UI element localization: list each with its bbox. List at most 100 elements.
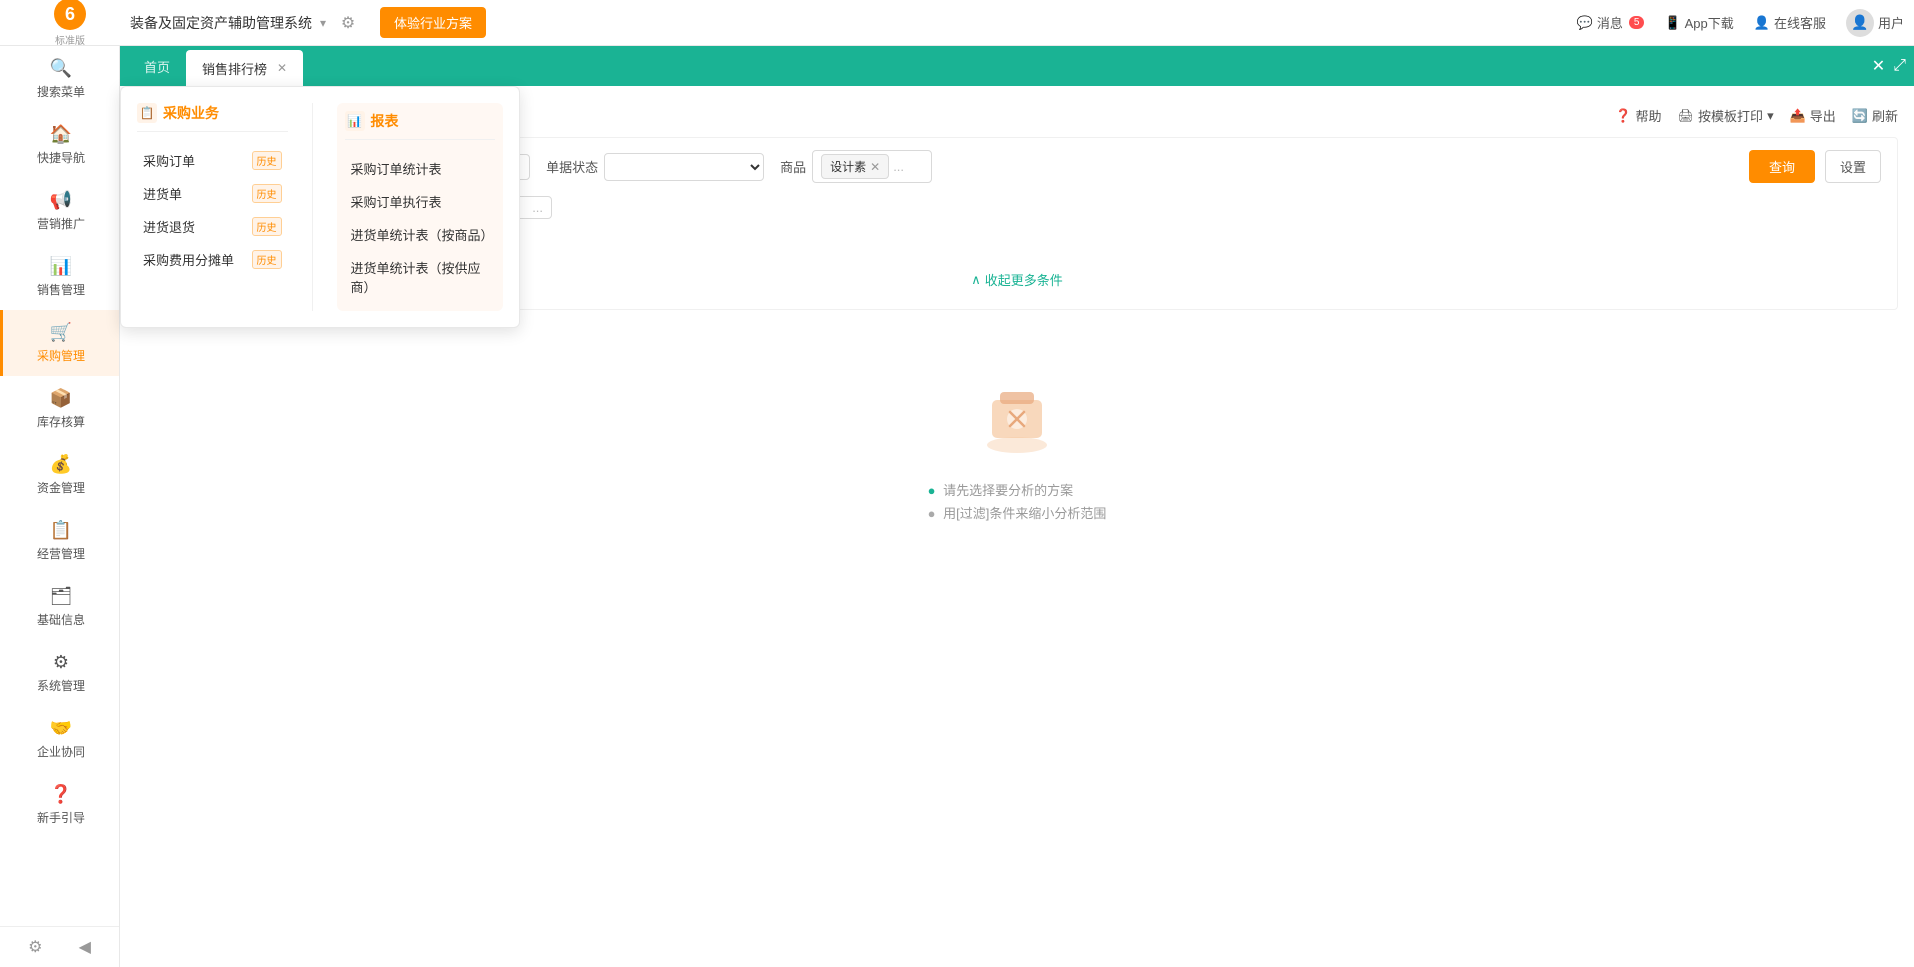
top-header: 6 标准版 装备及固定资产辅助管理系统 ▾ ⚙ 体验行业方案 💬 消息 5 📱 … <box>0 0 1914 46</box>
inventory-icon: 📦 <box>50 388 72 409</box>
sales-icon: 📊 <box>50 256 72 277</box>
refresh-btn[interactable]: 🔄 刷新 <box>1852 106 1898 125</box>
basic-icon: 🗂 <box>50 586 73 607</box>
system-title-arrow-icon[interactable]: ▾ <box>320 16 326 30</box>
tab-bar-right: ✕ ⤢ <box>1872 56 1906 76</box>
sidebar-item-label-finance: 资金管理 <box>37 479 85 496</box>
tab-home[interactable]: 首页 <box>128 46 186 86</box>
dropdown-item-goods-receipt[interactable]: 进货单 历史 <box>137 177 288 210</box>
user-btn[interactable]: 👤 用户 <box>1846 9 1904 37</box>
dropdown-item-label-goods-receipt-stat-goods: 进货单统计表（按商品） <box>351 225 490 244</box>
export-label: 导出 <box>1810 106 1836 125</box>
print-label: 按模板打印 <box>1698 106 1763 125</box>
goods-filter-group: 商品 设计素 ✕ ... <box>780 150 932 183</box>
dropdown-item-goods-return[interactable]: 进货退货 历史 <box>137 210 288 243</box>
sidebar-item-label-basic: 基础信息 <box>37 611 85 628</box>
search-icon: 🔍 <box>50 58 72 79</box>
sidebar-item-inventory[interactable]: 📦 库存核算 <box>0 376 119 442</box>
sidebar-item-enterprise[interactable]: 🤝 企业协同 <box>0 706 119 772</box>
doc-status-select[interactable] <box>604 153 764 181</box>
dropdown-item-purchase-order[interactable]: 采购订单 历史 <box>137 144 288 177</box>
industry-btn[interactable]: 体验行业方案 <box>380 7 486 38</box>
online-service-btn[interactable]: 👤 在线客服 <box>1754 13 1826 32</box>
reports-icon: 📊 <box>345 111 365 131</box>
print-btn[interactable]: 🖨 按模板打印 ▾ <box>1678 106 1774 125</box>
tab-bar: 首页 销售排行榜 ✕ ✕ ⤢ <box>120 46 1914 86</box>
export-btn[interactable]: 📤 导出 <box>1790 106 1836 125</box>
collapse-btn[interactable]: ∧ 收起更多条件 <box>971 262 1063 297</box>
dropdown-item-goods-receipt-stat-goods[interactable]: 进货单统计表（按商品） <box>345 218 496 251</box>
dropdown-item-label-goods-receipt: 进货单 <box>143 184 182 203</box>
messages-btn[interactable]: 💬 消息 5 <box>1577 13 1645 32</box>
logo-icon: 6 <box>54 0 86 30</box>
empty-svg-icon <box>972 370 1062 460</box>
sidebar-item-sales[interactable]: 📊 销售管理 <box>0 244 119 310</box>
empty-illustration <box>972 370 1062 460</box>
service-icon: 👤 <box>1754 15 1770 31</box>
dropdown-item-label-goods-return: 进货退货 <box>143 217 195 236</box>
sidebar-item-label-quick: 快捷导航 <box>37 149 85 166</box>
sidebar: 🔍 搜索菜单 🏠 快捷导航 📢 营销推广 📊 销售管理 🛒 采购管理 📦 库存核… <box>0 46 120 967</box>
dropdown-item-goods-receipt-stat-supplier[interactable]: 进货单统计表（按供应商） <box>345 251 496 303</box>
system-settings-icon[interactable]: ⚙ <box>334 9 362 37</box>
finance-icon: 💰 <box>50 454 72 475</box>
reports-title: 报表 <box>371 111 399 131</box>
home-icon: 🏠 <box>50 124 72 145</box>
sidebar-item-system[interactable]: ⚙ 系统管理 <box>0 640 119 706</box>
refresh-icon: 🔄 <box>1852 108 1868 124</box>
query-btn[interactable]: 查询 <box>1749 150 1815 183</box>
sidebar-item-quick[interactable]: 🏠 快捷导航 <box>0 112 119 178</box>
app-icon: 📱 <box>1664 15 1680 31</box>
app-label: App下载 <box>1685 13 1734 32</box>
purchase-icon: 🛒 <box>50 322 72 343</box>
settings-btn[interactable]: 设置 <box>1825 150 1881 183</box>
user-label: 用户 <box>1878 13 1904 32</box>
tab-home-label: 首页 <box>144 57 170 76</box>
system-title-area: 装备及固定资产辅助管理系统 ▾ ⚙ 体验行业方案 <box>130 7 1577 38</box>
purchase-business-title: 采购业务 <box>163 103 219 123</box>
purchase-business-icon: 📋 <box>137 103 157 123</box>
sidebar-item-finance[interactable]: 💰 资金管理 <box>0 442 119 508</box>
sidebar-collapse-icon[interactable]: ◀ <box>79 937 91 957</box>
sidebar-item-marketing[interactable]: 📢 营销推广 <box>0 178 119 244</box>
operation-icon: 📋 <box>50 520 72 541</box>
app-download-btn[interactable]: 📱 App下载 <box>1664 13 1733 32</box>
action-btns: 查询 设置 <box>1749 150 1881 183</box>
goods-tag-close-icon[interactable]: ✕ <box>870 160 880 174</box>
staff-more-icon[interactable]: ... <box>532 200 543 215</box>
service-label: 在线客服 <box>1774 13 1826 32</box>
sidebar-item-label-inventory: 库存核算 <box>37 413 85 430</box>
dropdown-col-reports: 📊 报表 采购订单统计表 采购订单执行表 进货单统计表（按商品） 进货单统计表（… <box>337 103 504 311</box>
dropdown-col-header-business: 📋 采购业务 <box>137 103 288 132</box>
dropdown-columns: 📋 采购业务 采购订单 历史 进货单 历史 进货退货 历史 采购费用分摊单 历史 <box>137 103 503 311</box>
dropdown-col-purchase-business: 📋 采购业务 采购订单 历史 进货单 历史 进货退货 历史 采购费用分摊单 历史 <box>137 103 288 311</box>
help-btn[interactable]: ❓ 帮助 <box>1615 106 1661 125</box>
dropdown-item-label-purchase-expense: 采购费用分摊单 <box>143 250 234 269</box>
message-icon: 💬 <box>1577 15 1593 31</box>
tab-close-icon[interactable]: ✕ <box>277 61 287 75</box>
sidebar-item-search[interactable]: 🔍 搜索菜单 <box>0 46 119 112</box>
help-icon: ❓ <box>1615 108 1631 124</box>
system-icon: ⚙ <box>53 652 69 673</box>
system-title: 装备及固定资产辅助管理系统 <box>130 13 312 33</box>
print-arrow-icon: ▾ <box>1767 108 1774 124</box>
sidebar-item-label-operation: 经营管理 <box>37 545 85 562</box>
sidebar-item-label-search: 搜索菜单 <box>37 83 85 100</box>
tab-sales-rank[interactable]: 销售排行榜 ✕ <box>186 50 303 86</box>
sidebar-settings-icon[interactable]: ⚙ <box>28 937 42 957</box>
dropdown-col-header-reports: 📊 报表 <box>345 111 496 140</box>
sidebar-item-purchase[interactable]: 🛒 采购管理 <box>0 310 119 376</box>
tab-expand-icon[interactable]: ⤢ <box>1893 57 1906 75</box>
dropdown-item-purchase-order-stat[interactable]: 采购订单统计表 <box>345 152 496 185</box>
sidebar-item-operation[interactable]: 📋 经营管理 <box>0 508 119 574</box>
dropdown-item-label-goods-receipt-stat-supplier: 进货单统计表（按供应商） <box>351 258 490 296</box>
doc-status-label: 单据状态 <box>546 157 598 176</box>
dropdown-item-purchase-expense[interactable]: 采购费用分摊单 历史 <box>137 243 288 276</box>
sidebar-item-guide[interactable]: ❓ 新手引导 <box>0 772 119 838</box>
dropdown-item-purchase-order-exec[interactable]: 采购订单执行表 <box>345 185 496 218</box>
goods-more-icon[interactable]: ... <box>893 159 904 174</box>
tab-close-all-icon[interactable]: ✕ <box>1872 56 1885 76</box>
logo-area: 6 标准版 <box>10 0 130 47</box>
sidebar-item-basic[interactable]: 🗂 基础信息 <box>0 574 119 640</box>
empty-text: ● 请先选择要分析的方案 ● 用[过滤]条件来缩小分析范围 <box>928 476 1107 526</box>
